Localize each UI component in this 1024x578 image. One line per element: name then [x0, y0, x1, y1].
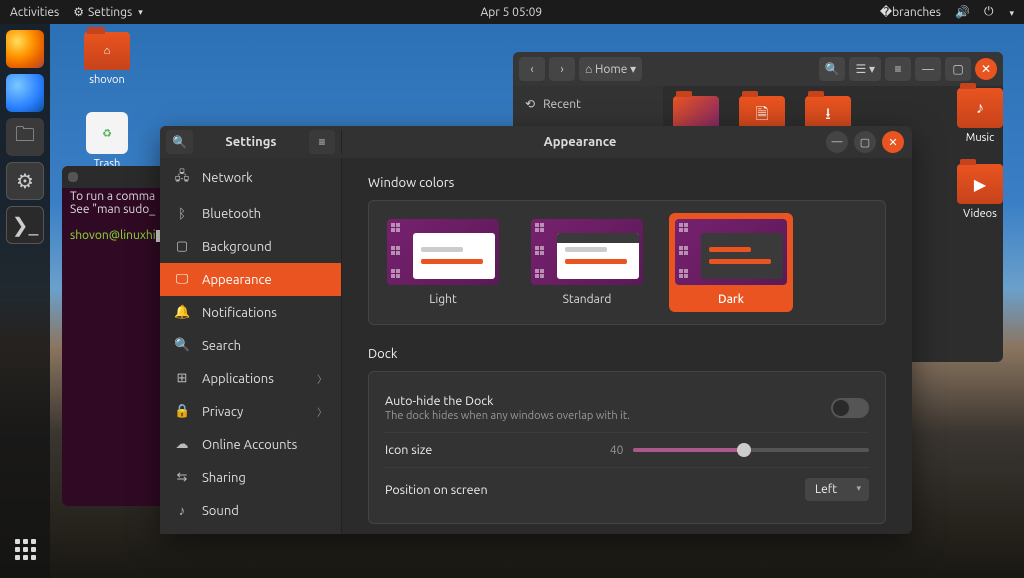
icon-size-slider[interactable]	[633, 448, 869, 452]
volume-icon[interactable]: 🔊	[955, 5, 970, 19]
sidebar-item-search[interactable]: 🔍Search	[160, 329, 341, 362]
sidebar-item-sound[interactable]: ♪Sound	[160, 494, 341, 527]
dock-firefox-icon[interactable]	[6, 30, 44, 68]
autohide-switch[interactable]	[831, 398, 869, 418]
sidebar-title: Settings	[199, 135, 303, 149]
apps-icon: ⊞	[174, 371, 190, 386]
settings-sidebar: 🖧Network ᛒBluetooth ▢Background 🖵Appeara…	[160, 158, 342, 534]
sidebar-item-privacy[interactable]: 🔒Privacy〉	[160, 395, 341, 428]
dock: 🗀 ⚙ ❯_	[0, 24, 50, 578]
app-menu-label: Settings	[88, 6, 132, 19]
dock-settings-icon[interactable]: ⚙	[6, 162, 44, 200]
settings-window: 🔍 Settings ≡ Appearance — ▢ ✕ 🖧Network ᛒ…	[160, 126, 912, 534]
path-home-button[interactable]: ⌂ Home ▾	[579, 57, 642, 81]
folder-music[interactable]: ♪ Music	[950, 88, 1010, 144]
sidebar-item-appearance[interactable]: 🖵Appearance	[160, 263, 341, 296]
folder-icon: ⌂	[84, 32, 130, 70]
icon-size-label: Icon size	[385, 443, 595, 457]
files-header: ‹ › ⌂ Home ▾ 🔍 ☰ ▾ ≡ — ▢ ✕	[513, 52, 1003, 86]
view-list-button[interactable]: ☰ ▾	[849, 57, 881, 81]
page-title: Appearance	[342, 135, 818, 149]
theme-standard[interactable]: Standard	[525, 213, 649, 312]
minimize-button[interactable]: —	[915, 57, 941, 81]
sidebar-item-sharing[interactable]: ⇆Sharing	[160, 461, 341, 494]
app-menu[interactable]: ⚙ Settings	[73, 5, 143, 19]
desktop-trash[interactable]: ♻ Trash	[72, 112, 142, 170]
maximize-button[interactable]: ▢	[945, 57, 971, 81]
clock-icon: ⟲	[525, 97, 535, 111]
search-icon: 🔍	[174, 338, 190, 353]
sound-icon: ♪	[174, 503, 190, 518]
sidebar-item-online-accounts[interactable]: ☁Online Accounts	[160, 428, 341, 461]
dock-thunderbird-icon[interactable]	[6, 74, 44, 112]
theme-dark[interactable]: Dark	[669, 213, 793, 312]
activities-button[interactable]: Activities	[10, 6, 59, 19]
sidebar-menu-button[interactable]: ≡	[309, 130, 335, 154]
sharing-icon: ⇆	[174, 470, 190, 485]
nav-back-button[interactable]: ‹	[519, 57, 545, 81]
sidebar-item-bluetooth[interactable]: ᛒBluetooth	[160, 198, 341, 230]
sidebar-item-notifications[interactable]: 🔔Notifications	[160, 296, 341, 329]
window-minimize-button[interactable]: —	[826, 131, 848, 153]
icon-size-row: Icon size 40	[385, 432, 869, 467]
theme-chooser: Light Standard Dark	[368, 200, 886, 325]
settings-header: 🔍 Settings ≡ Appearance — ▢ ✕	[160, 126, 912, 158]
system-menu-arrow[interactable]	[1007, 6, 1014, 19]
window-close-button[interactable]: ✕	[882, 131, 904, 153]
autohide-row: Auto-hide the Dock The dock hides when a…	[385, 384, 869, 432]
show-applications-button[interactable]	[15, 539, 36, 560]
hamburger-button[interactable]: ≡	[885, 57, 911, 81]
dock-terminal-icon[interactable]: ❯_	[6, 206, 44, 244]
window-maximize-button[interactable]: ▢	[854, 131, 876, 153]
cloud-icon: ☁	[174, 437, 190, 452]
dock-files-icon[interactable]: 🗀	[6, 118, 44, 156]
background-icon: ▢	[174, 239, 190, 254]
home-icon: ⌂	[585, 62, 592, 76]
clock[interactable]: Apr 5 05:09	[480, 6, 542, 19]
dock-title: Dock	[368, 347, 886, 361]
desktop-home-label: shovon	[72, 74, 142, 86]
settings-main: Window colors Light Standard Dark Dock	[342, 158, 912, 534]
nav-forward-button[interactable]: ›	[549, 57, 575, 81]
position-select[interactable]: Left	[805, 478, 869, 501]
gear-icon: ⚙	[73, 5, 84, 19]
autohide-sub: The dock hides when any windows overlap …	[385, 410, 831, 422]
network-icon: 🖧	[174, 167, 190, 189]
icon-size-value: 40	[595, 444, 623, 457]
autohide-label: Auto-hide the Dock	[385, 394, 831, 408]
desktop-home-folder[interactable]: ⌂ shovon	[72, 32, 142, 86]
bell-icon: 🔔	[174, 305, 190, 320]
network-icon[interactable]: �branches	[880, 5, 941, 19]
folder-videos[interactable]: ▶ Videos	[950, 164, 1010, 220]
sidebar-search-button[interactable]: 🔍	[166, 130, 193, 154]
folder-music-label: Music	[950, 132, 1010, 144]
window-colors-title: Window colors	[368, 176, 886, 190]
position-label: Position on screen	[385, 483, 805, 497]
lock-icon: 🔒	[174, 404, 190, 419]
trash-icon: ♻	[86, 112, 128, 154]
sidebar-recent[interactable]: ⟲ Recent	[513, 92, 663, 116]
power-icon[interactable]: ⏻	[984, 5, 994, 19]
position-row: Position on screen Left	[385, 467, 869, 511]
close-button[interactable]: ✕	[975, 58, 997, 80]
top-bar: Activities ⚙ Settings Apr 5 05:09 �branc…	[0, 0, 1024, 24]
right-desktop-icons: ♪ Music ▶ Videos	[950, 88, 1010, 240]
bluetooth-icon: ᛒ	[174, 207, 190, 221]
appearance-icon: 🖵	[174, 272, 190, 287]
sidebar-item-applications[interactable]: ⊞Applications〉	[160, 362, 341, 395]
chevron-right-icon: 〉	[317, 404, 327, 419]
folder-videos-label: Videos	[950, 208, 1010, 220]
dock-panel: Auto-hide the Dock The dock hides when a…	[368, 371, 886, 524]
sidebar-item-background[interactable]: ▢Background	[160, 230, 341, 263]
chevron-right-icon: 〉	[317, 371, 327, 386]
sidebar-item-network[interactable]: 🖧Network	[160, 158, 341, 198]
search-button[interactable]: 🔍	[819, 57, 846, 81]
theme-light[interactable]: Light	[381, 213, 505, 312]
